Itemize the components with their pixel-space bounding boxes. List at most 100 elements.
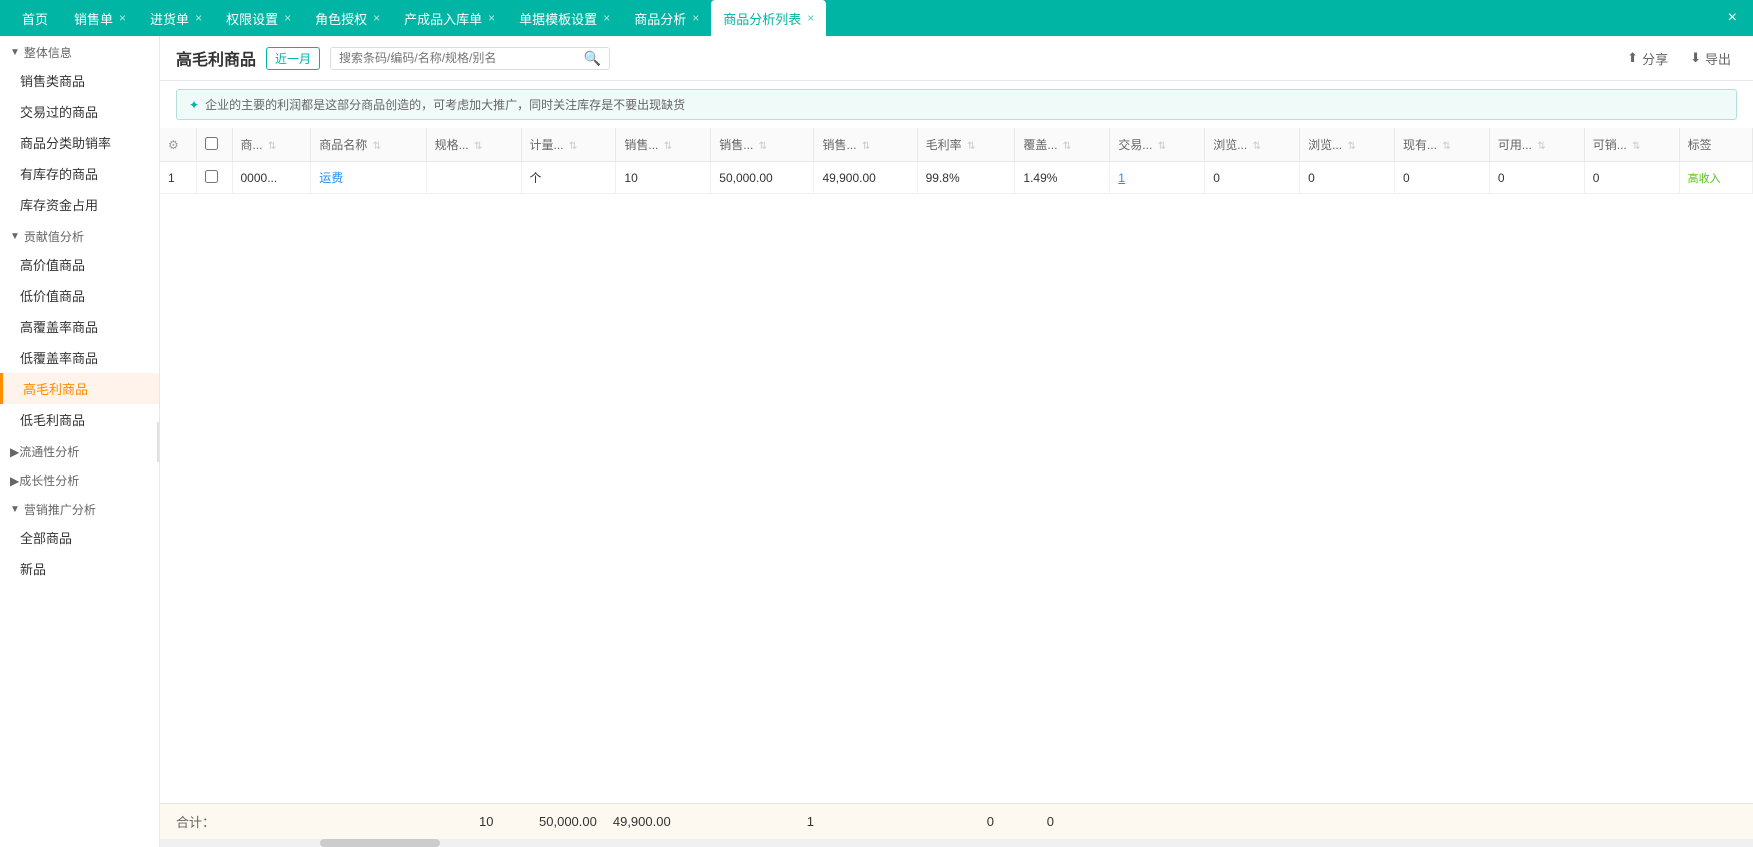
expand-arrow-icon-3: ▶ — [10, 445, 19, 459]
transaction-link[interactable]: 1 — [1118, 171, 1125, 185]
data-table: ⚙ 商... ⇅ 商品名称 ⇅ — [160, 128, 1753, 194]
time-filter-button[interactable]: 近一月 — [266, 47, 320, 70]
sidebar-item-high-margin[interactable]: 高毛利商品 — [0, 373, 159, 404]
sidebar-group-marketing-analysis[interactable]: ▼ 营销推广分析 — [0, 493, 159, 522]
select-all-checkbox[interactable] — [205, 137, 218, 150]
tab-purchase[interactable]: 进货单 × — [138, 0, 214, 36]
close-window-button[interactable]: × — [1720, 9, 1745, 27]
sidebar-group-growth-analysis[interactable]: ▶ 成长性分析 — [0, 464, 159, 493]
browse2-cell: 0 — [1300, 162, 1395, 194]
row-checkbox[interactable] — [205, 170, 218, 183]
sort-icon-11[interactable]: ⇅ — [1253, 141, 1261, 152]
sort-icon-7[interactable]: ⇅ — [862, 141, 870, 152]
sidebar-item-all-goods[interactable]: 全部商品 — [0, 522, 159, 553]
tab-template-settings[interactable]: 单据模板设置 × — [507, 0, 622, 36]
sort-icon-12[interactable]: ⇅ — [1347, 141, 1355, 152]
export-button[interactable]: ⬇ 导出 — [1684, 47, 1737, 70]
spec-col-header: 规格... ⇅ — [426, 128, 521, 162]
sidebar-collapse-button[interactable]: « — [157, 422, 160, 462]
sort-icon-5[interactable]: ⇅ — [664, 141, 672, 152]
settings-icon[interactable]: ⚙ — [168, 138, 179, 152]
sidebar-item-stock-fund[interactable]: 库存资金占用 — [0, 189, 159, 220]
sort-icon-9[interactable]: ⇅ — [1063, 141, 1071, 152]
sales-qty-cell: 10 — [616, 162, 711, 194]
margin-rate-cell: 99.8% — [917, 162, 1015, 194]
sort-icon-13[interactable]: ⇅ — [1442, 141, 1450, 152]
sidebar-item-high-value[interactable]: 高价值商品 — [0, 249, 159, 280]
sidebar-group-flow-analysis[interactable]: ▶ 流通性分析 — [0, 435, 159, 464]
close-analysis-list-tab[interactable]: × — [807, 11, 814, 25]
sidebar: « ▼ 整体信息 销售类商品 交易过的商品 商品分类助销率 有库存的商品 库存资… — [0, 36, 160, 847]
sort-icon-8[interactable]: ⇅ — [967, 141, 975, 152]
sort-icon-4[interactable]: ⇅ — [569, 141, 577, 152]
sidebar-item-goods-contribution[interactable]: 商品分类助销率 — [0, 127, 159, 158]
sort-icon-6[interactable]: ⇅ — [759, 141, 767, 152]
tab-role-permission[interactable]: 角色授权 × — [303, 0, 392, 36]
sidebar-item-low-freq[interactable]: 低覆盖率商品 — [0, 342, 159, 373]
tab-home[interactable]: 首页 — [8, 0, 62, 36]
sidebar-item-new-goods[interactable]: 新品 — [0, 553, 159, 584]
sidebar-item-traded-goods[interactable]: 交易过的商品 — [0, 96, 159, 127]
tab-product-inbound[interactable]: 产成品入库单 × — [392, 0, 507, 36]
sidebar-item-sales-ranking[interactable]: 销售类商品 — [0, 65, 159, 96]
footer-sales-cost: 49,900.00 — [605, 814, 679, 829]
header-actions: ⬆ 分享 ⬇ 导出 — [1621, 47, 1737, 70]
close-purchase-tab[interactable]: × — [195, 11, 202, 25]
sort-icon[interactable]: ⇅ — [268, 141, 276, 152]
close-inbound-tab[interactable]: × — [488, 11, 495, 25]
page-title: 高毛利商品 — [176, 46, 256, 70]
current-stock-cell: 0 — [1394, 162, 1489, 194]
close-template-tab[interactable]: × — [603, 11, 610, 25]
sales-amount-cell: 50,000.00 — [711, 162, 814, 194]
content-area: 高毛利商品 近一月 🔍 ⬆ 分享 ⬇ 导出 ✦ 企业的主要的利润都是这部分商品创… — [160, 36, 1753, 847]
search-input[interactable] — [339, 51, 584, 65]
close-role-tab[interactable]: × — [373, 11, 380, 25]
sidebar-item-goods-in-stock[interactable]: 有库存的商品 — [0, 158, 159, 189]
close-sales-tab[interactable]: × — [119, 11, 126, 25]
star-icon: ✦ — [189, 98, 199, 112]
tab-product-analysis[interactable]: 商品分析 × — [622, 0, 711, 36]
footer-spacer-2 — [391, 814, 471, 829]
sidebar-item-high-freq[interactable]: 高覆盖率商品 — [0, 311, 159, 342]
scrollbar-thumb[interactable] — [320, 839, 440, 847]
sort-icon-15[interactable]: ⇅ — [1632, 141, 1640, 152]
content-header: 高毛利商品 近一月 🔍 ⬆ 分享 ⬇ 导出 — [160, 36, 1753, 81]
info-banner: ✦ 企业的主要的利润都是这部分商品创造的，可考虑加大推广，同时关注库存是不要出现… — [176, 89, 1737, 120]
available-col-header: 可用... ⇅ — [1489, 128, 1584, 162]
footer-sales-qty: 10 — [471, 814, 531, 829]
close-analysis-tab[interactable]: × — [692, 11, 699, 25]
expand-arrow-icon: ▼ — [10, 47, 20, 58]
sidebar-item-low-margin[interactable]: 低毛利商品 — [0, 404, 159, 435]
sort-icon-14[interactable]: ⇅ — [1537, 141, 1545, 152]
sales-cost-col-header: 销售... ⇅ — [814, 128, 917, 162]
tab-product-analysis-list[interactable]: 商品分析列表 × — [711, 0, 826, 36]
sidebar-item-low-value[interactable]: 低价值商品 — [0, 280, 159, 311]
coverage-cell: 1.49% — [1015, 162, 1110, 194]
horizontal-scrollbar[interactable] — [160, 839, 1753, 847]
main-layout: « ▼ 整体信息 销售类商品 交易过的商品 商品分类助销率 有库存的商品 库存资… — [0, 36, 1753, 847]
export-icon: ⬇ — [1690, 50, 1701, 66]
sidebar-group-financial-analysis[interactable]: ▼ 贡献值分析 — [0, 220, 159, 249]
saleable-cell: 0 — [1584, 162, 1679, 194]
sort-icon-2[interactable]: ⇅ — [373, 141, 381, 152]
search-icon[interactable]: 🔍 — [584, 50, 601, 67]
footer-browse2 — [919, 814, 979, 829]
close-permission-tab[interactable]: × — [284, 11, 291, 25]
footer-current-stock: 0 — [979, 814, 1039, 829]
footer-browse1 — [859, 814, 919, 829]
sort-icon-3[interactable]: ⇅ — [474, 141, 482, 152]
checkbox-col-header[interactable] — [196, 128, 232, 162]
row-checkbox-cell[interactable] — [196, 162, 232, 194]
browse2-col-header: 浏览... ⇅ — [1300, 128, 1395, 162]
tab-permission-settings[interactable]: 权限设置 × — [214, 0, 303, 36]
share-button[interactable]: ⬆ 分享 — [1621, 47, 1674, 70]
sidebar-group-overall-info[interactable]: ▼ 整体信息 — [0, 36, 159, 65]
sales-cost-cell: 49,900.00 — [814, 162, 917, 194]
transaction-cell: 1 — [1110, 162, 1205, 194]
sort-icon-10[interactable]: ⇅ — [1158, 141, 1166, 152]
settings-col-header[interactable]: ⚙ — [160, 128, 196, 162]
goods-name-cell[interactable]: 运费 — [311, 162, 426, 194]
margin-rate-col-header: 毛利率 ⇅ — [917, 128, 1015, 162]
tab-sales[interactable]: 销售单 × — [62, 0, 138, 36]
current-stock-col-header: 现有... ⇅ — [1394, 128, 1489, 162]
